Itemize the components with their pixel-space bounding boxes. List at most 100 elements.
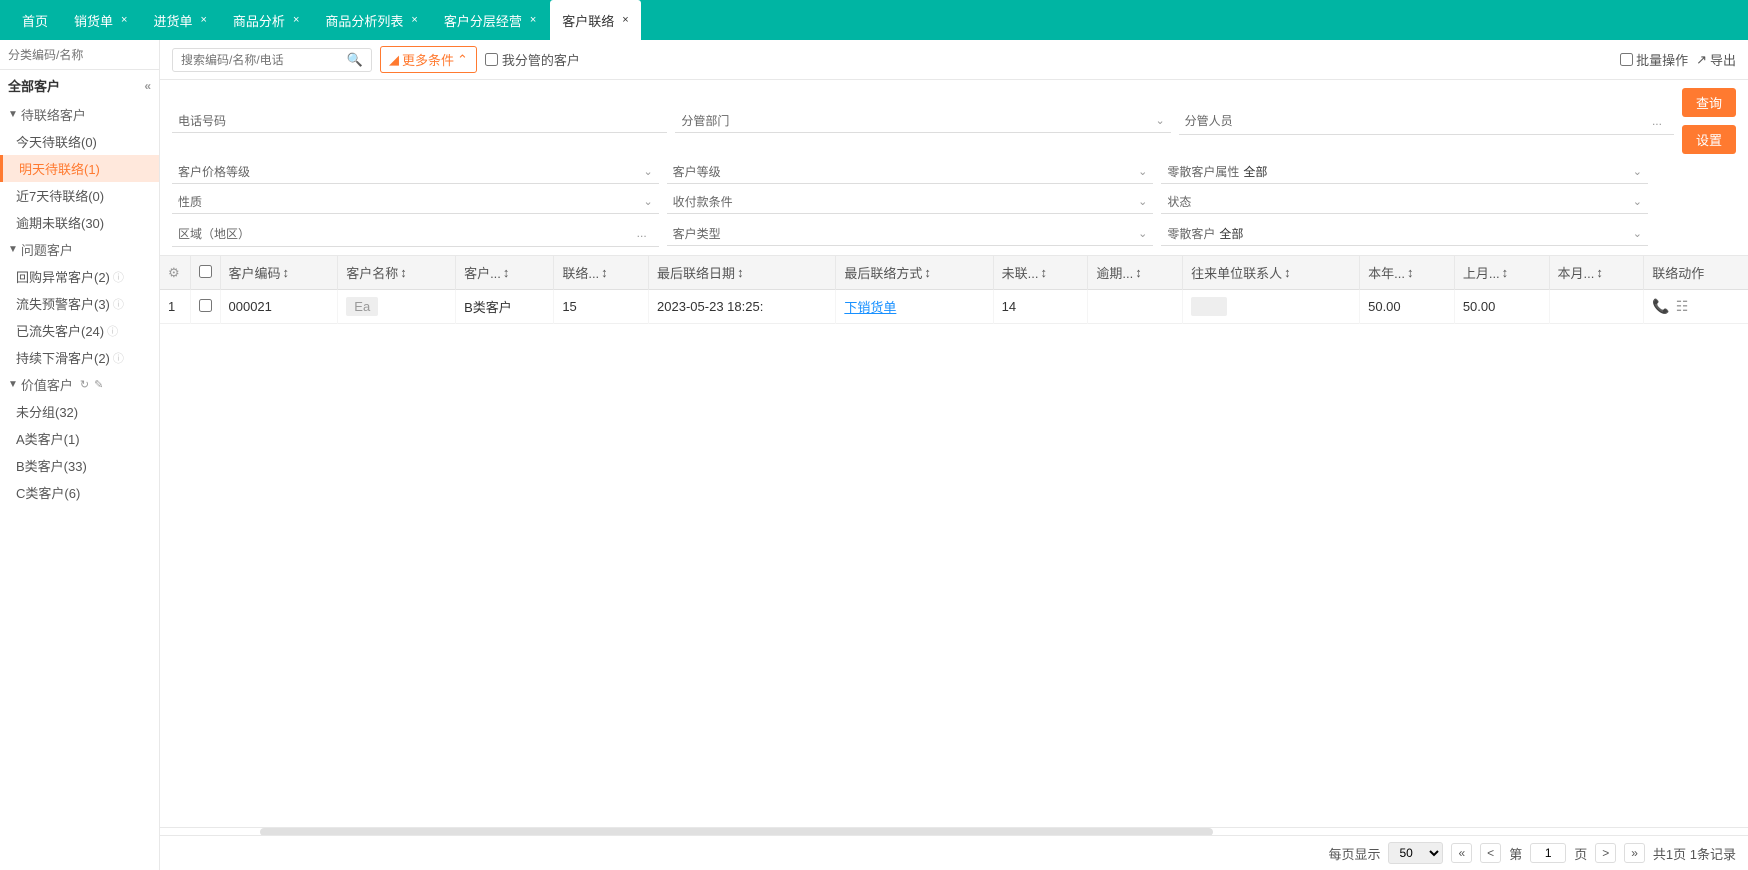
value-edit-icon[interactable]: ✎ [94,378,103,391]
page-end-label: 页 [1574,844,1587,863]
retail-customer-field[interactable]: 零散客户 全部 ⌄ [1161,222,1648,246]
sidebar-item-tomorrow-contact[interactable]: 明天待联络(1) [0,155,159,182]
more-conditions-btn[interactable]: ◢ 更多条件 ⌃ [380,46,477,73]
nav-sales-order-close[interactable]: × [121,14,127,26]
nav-home[interactable]: 首页 [10,0,60,40]
customer-type-arrow: ⌄ [1138,227,1147,240]
settings-icon[interactable]: ⚙ [168,265,180,280]
nature-arrow: ⌄ [643,195,652,208]
sidebar-group-problem-customers[interactable]: ▼ 问题客户 [0,236,159,263]
th-gear: ⚙ [160,256,190,290]
sort-this-month[interactable]: 本月... ↕ [1558,263,1636,282]
main-search-icon[interactable]: 🔍 [347,52,363,68]
page-size-select[interactable]: 50 100 200 [1388,842,1443,864]
nav-customer-stratify-close[interactable]: × [530,14,536,26]
sort-contacts[interactable]: 联络... ↕ [562,263,640,282]
nav-product-analysis-close[interactable]: × [293,14,299,26]
sort-code[interactable]: 客户编码 ↕ [229,263,330,282]
sidebar: 🔍 全部客户 « ▼ 待联络客户 今天待联络(0) 明天待联络(1) 近7天待联… [0,40,160,870]
sidebar-item-b-class[interactable]: B类客户(33) [0,452,159,479]
sidebar-item-ungrouped[interactable]: 未分组(32) [0,398,159,425]
batch-op-btn[interactable]: 批量操作 [1620,50,1688,69]
price-level-field[interactable]: 客户价格等级 ⌄ [172,160,659,184]
group-value-label: 价值客户 [21,375,73,394]
group-arrow-value: ▼ [8,379,18,390]
nav-product-analysis-list[interactable]: 商品分析列表 × [313,0,429,40]
customer-level-field[interactable]: 客户等级 ⌄ [667,160,1154,184]
nav-customer-contact[interactable]: 客户联络 × [550,0,640,40]
sort-icon-name: ↕ [400,265,407,280]
status-field[interactable]: 状态 ⌄ [1161,190,1648,214]
sidebar-item-7days-contact[interactable]: 近7天待联络(0) [0,182,159,209]
help-icon-1[interactable]: ⓘ [113,269,124,285]
nav-purchase-order-close[interactable]: × [200,14,206,26]
sort-last-month[interactable]: 上月... ↕ [1463,263,1541,282]
region-dots-btn[interactable]: ... [631,223,653,243]
value-refresh-icon[interactable]: ↻ [80,378,89,391]
status-label: 状态 [1167,193,1227,210]
export-btn[interactable]: ↗ 导出 [1696,50,1736,69]
batch-op-checkbox[interactable] [1620,53,1633,66]
sidebar-search-input[interactable] [8,48,160,62]
set-btn[interactable]: 设置 [1682,125,1736,154]
filter-row-3: 性质 ⌄ 收付款条件 ⌄ 状态 ⌄ [172,190,1736,214]
customer-type-field[interactable]: 客户类型 ⌄ [667,222,1154,246]
nature-field[interactable]: 性质 ⌄ [172,190,659,214]
dept-field[interactable]: 分管部门 ⌄ [675,109,1170,133]
help-icon-2[interactable]: ⓘ [113,296,124,312]
next-page-btn[interactable]: > [1595,843,1616,863]
select-all-checkbox[interactable] [199,265,212,278]
sort-this-year[interactable]: 本年... ↕ [1368,263,1446,282]
td-no-contact: 14 [993,290,1088,324]
my-customer-checkbox[interactable] [485,53,498,66]
sort-type[interactable]: 客户... ↕ [464,263,545,282]
row-action-icon-2[interactable]: ☷ [1676,298,1689,315]
retail-attr-label: 零散客户属性 [1167,163,1239,180]
nav-customer-contact-close[interactable]: × [622,14,628,26]
col-overdue-label: 逾期... [1096,263,1133,282]
row-last-method[interactable]: 下销货单 [844,300,896,315]
sidebar-group-value-customers[interactable]: ▼ 价值客户 ↻ ✎ [0,371,159,398]
sidebar-item-c-class[interactable]: C类客户(6) [0,479,159,506]
sort-icon-type: ↕ [503,265,510,280]
nav-sales-order[interactable]: 销货单 × [62,0,139,40]
nav-product-analysis[interactable]: 商品分析 × [221,0,311,40]
col-last-date-label: 最后联络日期 [657,263,735,282]
sort-last-method[interactable]: 最后联络方式 ↕ [844,263,984,282]
nav-purchase-order[interactable]: 进货单 × [141,0,218,40]
prev-page-btn[interactable]: < [1480,843,1501,863]
sidebar-item-churned[interactable]: 已流失客户(24) ⓘ [0,317,159,344]
sidebar-group-pending-contact[interactable]: ▼ 待联络客户 [0,101,159,128]
nav-customer-stratify[interactable]: 客户分层经营 × [432,0,548,40]
page-input[interactable] [1530,843,1566,863]
main-search-input[interactable] [181,53,343,67]
help-icon-3[interactable]: ⓘ [107,323,118,339]
sort-overdue[interactable]: 逾期... ↕ [1096,263,1174,282]
sort-last-date[interactable]: 最后联络日期 ↕ [657,263,827,282]
sidebar-item-overdue-contact[interactable]: 逾期未联络(30) [0,209,159,236]
payment-field[interactable]: 收付款条件 ⌄ [667,190,1154,214]
sort-name[interactable]: 客户名称 ↕ [346,263,447,282]
sidebar-item-abnormal-repurchase[interactable]: 回购异常客户(2) ⓘ [0,263,159,290]
help-icon-4[interactable]: ⓘ [113,350,124,366]
sort-contact-person[interactable]: 往来单位联系人 ↕ [1191,263,1351,282]
dept-label: 分管部门 [681,112,741,129]
row-action-icon-1[interactable]: 📞 [1652,298,1669,315]
retail-attr-field[interactable]: 零散客户属性 全部 ⌄ [1161,160,1648,184]
query-btn[interactable]: 查询 [1682,88,1736,117]
horizontal-scrollbar[interactable] [160,827,1748,835]
last-page-btn[interactable]: » [1624,843,1645,863]
sort-no-contact[interactable]: 未联... ↕ [1002,263,1080,282]
sidebar-item-declining[interactable]: 持续下滑客户(2) ⓘ [0,344,159,371]
phone-input[interactable] [242,114,661,128]
sidebar-all-customers[interactable]: 全部客户 « [0,70,159,101]
td-this-year: 50.00 [1360,290,1455,324]
sidebar-item-churn-warning[interactable]: 流失预警客户(3) ⓘ [0,290,159,317]
retail-attr-val: 全部 [1243,163,1267,180]
row-checkbox[interactable] [199,299,212,312]
manager-dots-btn[interactable]: ... [1646,111,1668,131]
first-page-btn[interactable]: « [1451,843,1472,863]
nav-product-analysis-list-close[interactable]: × [411,14,417,26]
sidebar-item-a-class[interactable]: A类客户(1) [0,425,159,452]
sidebar-item-today-contact[interactable]: 今天待联络(0) [0,128,159,155]
